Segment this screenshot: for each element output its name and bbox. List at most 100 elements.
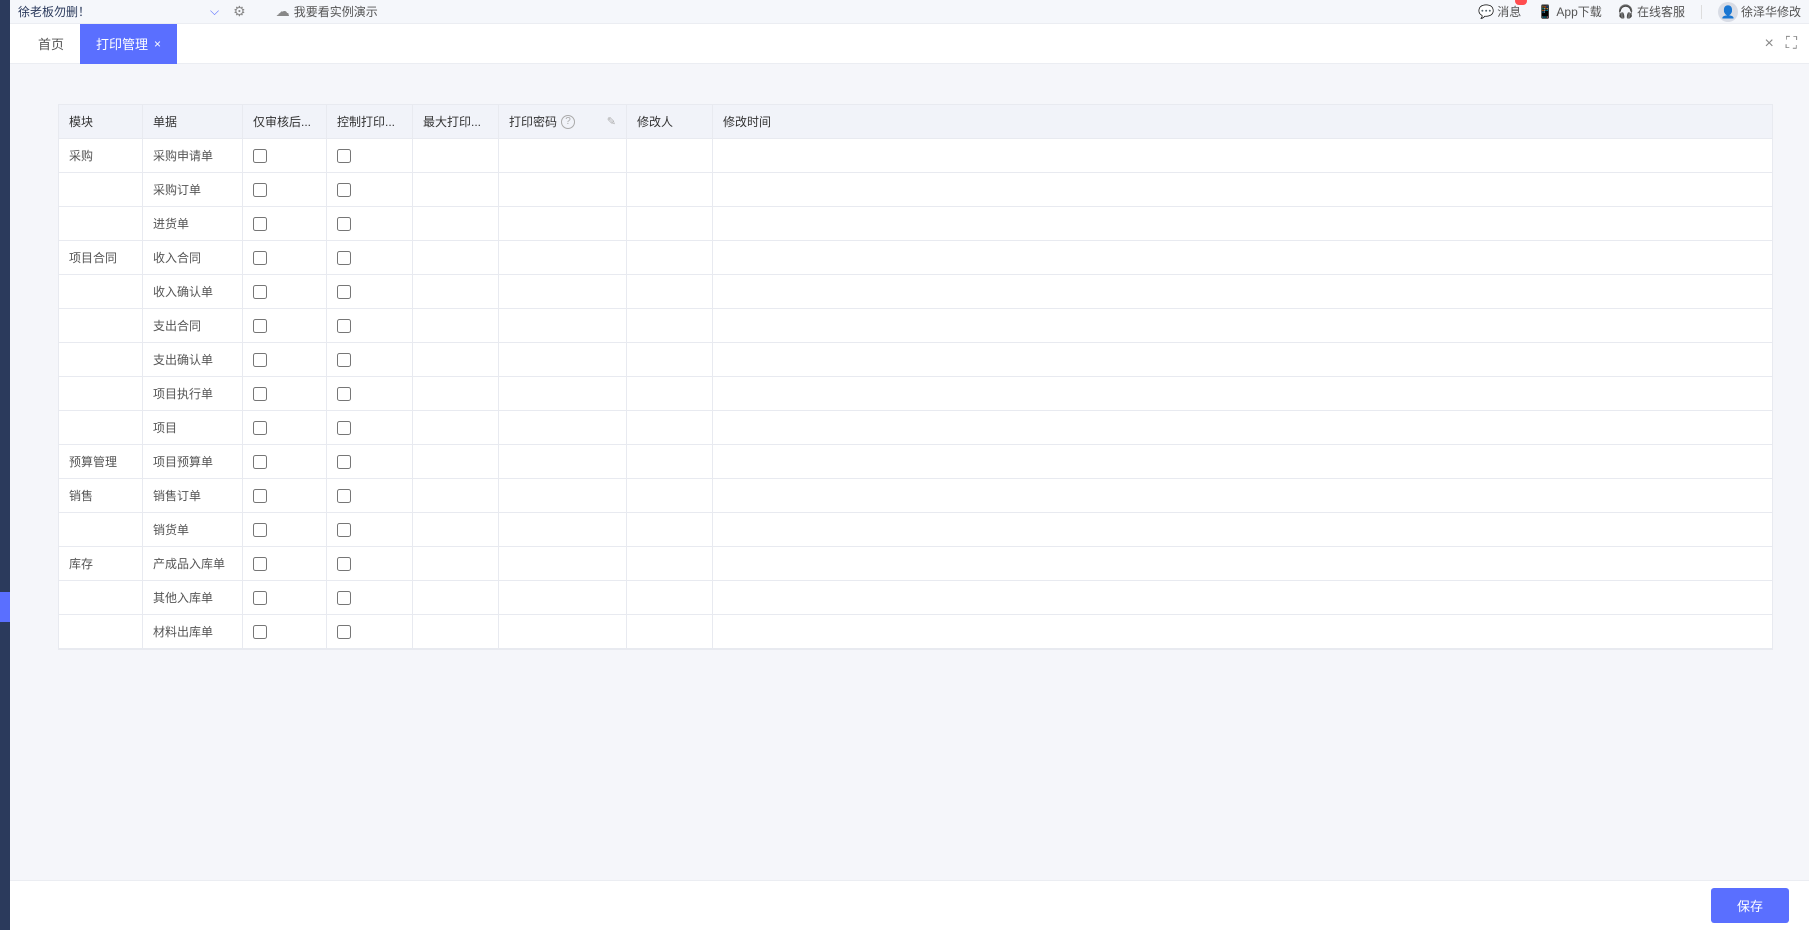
gear-icon[interactable]: ⚙	[233, 3, 246, 20]
audit-only-checkbox[interactable]	[253, 217, 267, 231]
tab-home-label: 首页	[38, 34, 64, 53]
module-cell: 库存	[59, 547, 143, 580]
modifier-cell	[627, 581, 713, 614]
demo-link[interactable]: 我要看实例演示	[294, 3, 378, 20]
col-audit-only: 仅审核后...	[243, 105, 327, 138]
control-print-checkbox[interactable]	[337, 217, 351, 231]
module-cell	[59, 615, 143, 648]
control-print-checkbox[interactable]	[337, 455, 351, 469]
audit-only-checkbox[interactable]	[253, 183, 267, 197]
messages-link[interactable]: 💬 消息	[1478, 3, 1521, 20]
max-print-cell	[413, 513, 499, 546]
control-print-checkbox[interactable]	[337, 353, 351, 367]
col-max-print: 最大打印...	[413, 105, 499, 138]
audit-only-checkbox[interactable]	[253, 149, 267, 163]
audit-only-checkbox[interactable]	[253, 421, 267, 435]
control-print-checkbox[interactable]	[337, 183, 351, 197]
online-service-label: 在线客服	[1637, 3, 1685, 20]
control-print-checkbox[interactable]	[337, 251, 351, 265]
audit-only-checkbox[interactable]	[253, 251, 267, 265]
audit-only-checkbox[interactable]	[253, 557, 267, 571]
audit-only-cell	[243, 275, 327, 308]
table-row: 采购采购申请单	[59, 139, 1772, 173]
control-print-cell	[327, 377, 413, 410]
doc-cell: 产成品入库单	[143, 547, 243, 580]
table-row: 项目执行单	[59, 377, 1772, 411]
audit-only-checkbox[interactable]	[253, 523, 267, 537]
print-password-cell	[499, 241, 627, 274]
control-print-checkbox[interactable]	[337, 489, 351, 503]
audit-only-checkbox[interactable]	[253, 455, 267, 469]
doc-cell: 销货单	[143, 513, 243, 546]
tab-home[interactable]: 首页	[22, 24, 80, 64]
print-password-cell	[499, 207, 627, 240]
print-password-cell	[499, 581, 627, 614]
control-print-checkbox[interactable]	[337, 625, 351, 639]
close-all-icon[interactable]: ×	[1764, 35, 1773, 53]
username-label: 徐泽华修改	[1741, 3, 1801, 20]
control-print-checkbox[interactable]	[337, 557, 351, 571]
control-print-checkbox[interactable]	[337, 387, 351, 401]
audit-only-checkbox[interactable]	[253, 353, 267, 367]
control-print-cell	[327, 479, 413, 512]
control-print-checkbox[interactable]	[337, 319, 351, 333]
control-print-checkbox[interactable]	[337, 149, 351, 163]
edit-icon[interactable]: ✎	[607, 115, 616, 128]
control-print-cell	[327, 275, 413, 308]
audit-only-cell	[243, 173, 327, 206]
doc-cell: 采购申请单	[143, 139, 243, 172]
doc-cell: 支出确认单	[143, 343, 243, 376]
max-print-cell	[413, 445, 499, 478]
control-print-cell	[327, 241, 413, 274]
close-icon[interactable]: ×	[154, 37, 161, 51]
print-password-cell	[499, 615, 627, 648]
company-selector[interactable]: 徐老板勿删！	[18, 3, 90, 20]
doc-cell: 销售订单	[143, 479, 243, 512]
audit-only-cell	[243, 241, 327, 274]
doc-cell: 项目预算单	[143, 445, 243, 478]
headset-icon: 🎧	[1618, 4, 1634, 20]
module-cell	[59, 513, 143, 546]
col-print-password: 打印密码 ? ✎	[499, 105, 627, 138]
module-cell: 预算管理	[59, 445, 143, 478]
control-print-checkbox[interactable]	[337, 591, 351, 605]
user-menu[interactable]: 👤 徐泽华修改	[1718, 2, 1801, 22]
control-print-cell	[327, 139, 413, 172]
doc-cell: 进货单	[143, 207, 243, 240]
modifier-cell	[627, 241, 713, 274]
print-password-cell	[499, 513, 627, 546]
audit-only-cell	[243, 207, 327, 240]
audit-only-checkbox[interactable]	[253, 387, 267, 401]
max-print-cell	[413, 479, 499, 512]
module-cell	[59, 411, 143, 444]
audit-only-checkbox[interactable]	[253, 319, 267, 333]
avatar-icon: 👤	[1718, 2, 1738, 22]
control-print-checkbox[interactable]	[337, 421, 351, 435]
tab-print-management[interactable]: 打印管理 ×	[80, 24, 177, 64]
audit-only-checkbox[interactable]	[253, 625, 267, 639]
notification-badge	[1515, 0, 1527, 5]
max-print-cell	[413, 241, 499, 274]
table-row: 其他入库单	[59, 581, 1772, 615]
table-row: 支出合同	[59, 309, 1772, 343]
save-button[interactable]: 保存	[1711, 888, 1789, 923]
module-cell: 销售	[59, 479, 143, 512]
modifier-cell	[627, 377, 713, 410]
audit-only-checkbox[interactable]	[253, 591, 267, 605]
module-cell	[59, 207, 143, 240]
audit-only-checkbox[interactable]	[253, 489, 267, 503]
control-print-cell	[327, 173, 413, 206]
control-print-checkbox[interactable]	[337, 523, 351, 537]
chevron-down-icon[interactable]: ⌵	[210, 4, 219, 19]
audit-only-checkbox[interactable]	[253, 285, 267, 299]
table-body[interactable]: 采购采购申请单采购订单进货单项目合同收入合同收入确认单支出合同支出确认单项目执行…	[59, 139, 1772, 649]
control-print-checkbox[interactable]	[337, 285, 351, 299]
topbar-right: 💬 消息 📱 App下载 🎧 在线客服 👤 徐泽华修改	[1478, 2, 1801, 22]
app-download-link[interactable]: 📱 App下载	[1537, 3, 1602, 20]
online-service-link[interactable]: 🎧 在线客服	[1618, 3, 1685, 20]
module-cell	[59, 309, 143, 342]
help-icon[interactable]: ?	[561, 115, 575, 129]
fullscreen-icon[interactable]: ⛶	[1786, 35, 1797, 53]
audit-only-cell	[243, 445, 327, 478]
modifier-cell	[627, 615, 713, 648]
